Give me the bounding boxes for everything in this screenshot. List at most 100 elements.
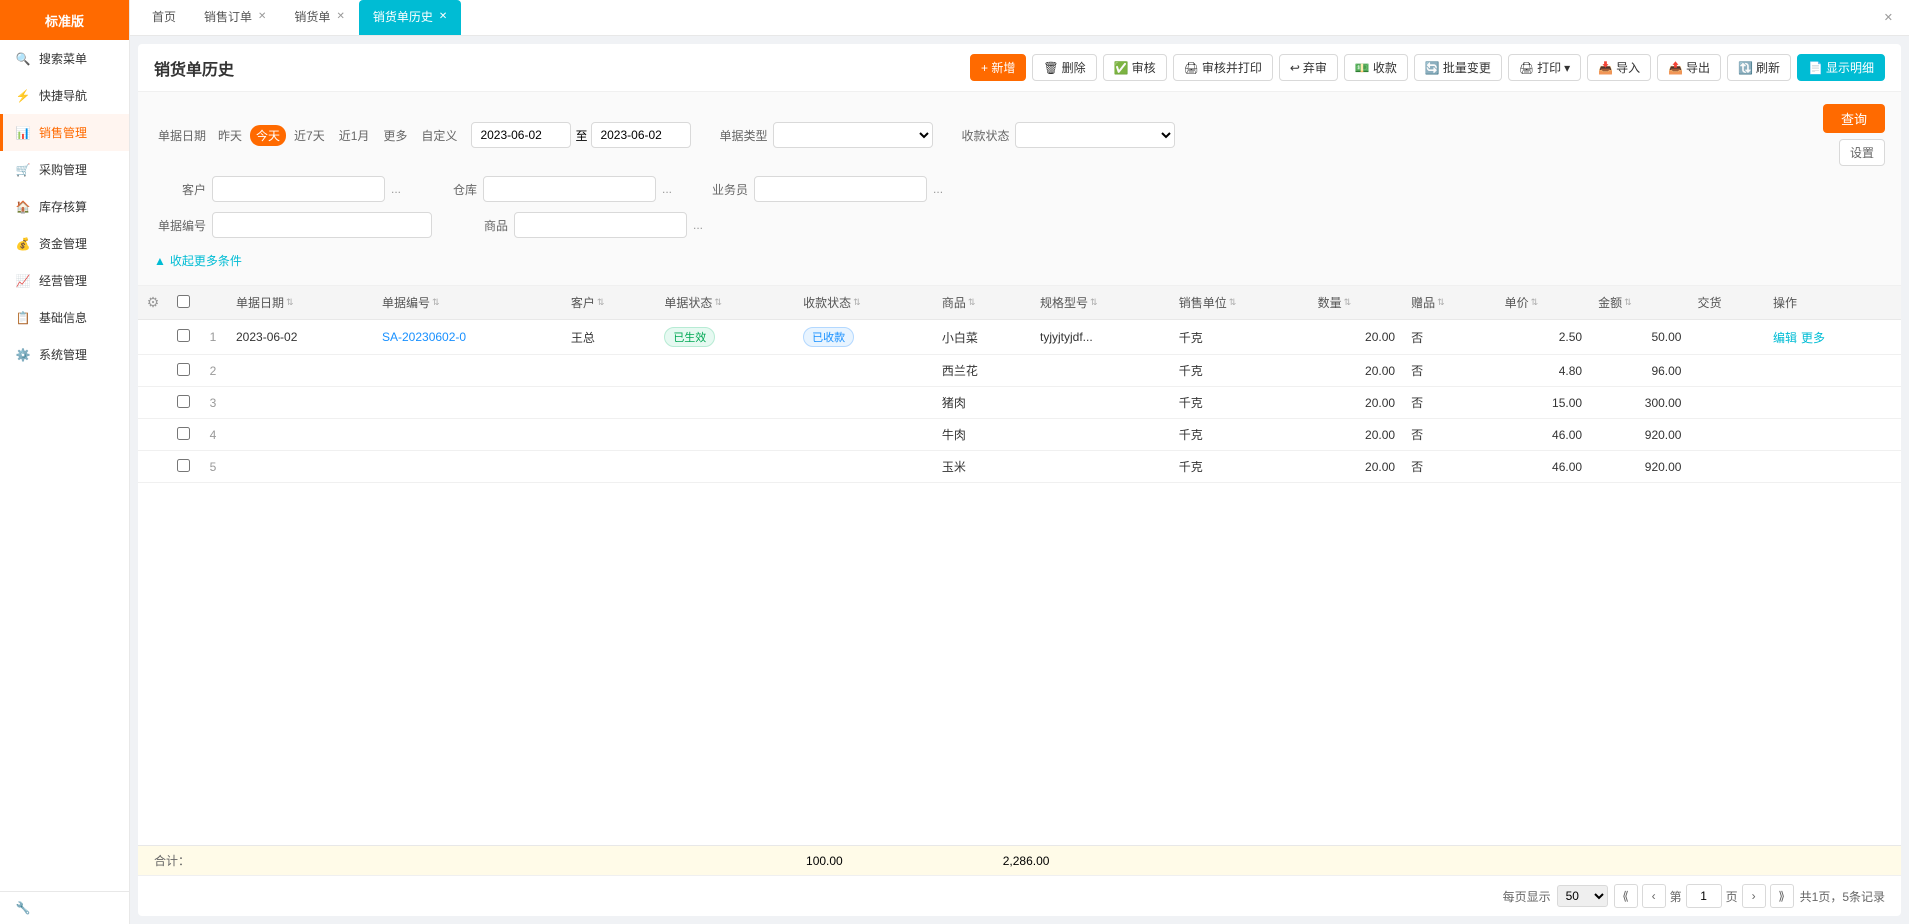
table-header-row: ⚙ 单据日期 ⇅ <box>138 286 1901 320</box>
date-tab-yesterday[interactable]: 昨天 <box>212 125 248 146</box>
td-doc-no <box>374 419 563 451</box>
collect-button[interactable]: 💵 收款 <box>1344 54 1408 81</box>
page-prev-btn[interactable]: ‹ <box>1642 884 1666 908</box>
delete-button[interactable]: 🗑 删除 <box>1032 54 1096 81</box>
warehouse-picker-btn[interactable]: ... <box>662 182 672 196</box>
td-check[interactable] <box>168 451 198 483</box>
date-tab-today[interactable]: 今天 <box>250 125 286 146</box>
tab-sales-goods-close[interactable]: ✕ <box>336 11 344 22</box>
tab-sales-goods[interactable]: 销货单 ✕ <box>280 0 358 35</box>
sidebar-item-sys-mgmt[interactable]: ⚙️ 系统管理 <box>0 336 129 373</box>
td-check[interactable] <box>168 355 198 387</box>
customer-picker-btn[interactable]: ... <box>391 182 401 196</box>
th-price-label: 单价 <box>1505 294 1529 311</box>
sidebar-item-basic-info[interactable]: 📋 基础信息 <box>0 299 129 336</box>
th-amount[interactable]: 金额 ⇅ <box>1590 286 1689 320</box>
action-btn[interactable]: 更多 <box>1801 331 1825 345</box>
page-size-select[interactable]: 20 50 100 <box>1557 885 1608 907</box>
th-qty[interactable]: 数量 ⇅ <box>1310 286 1404 320</box>
print-button[interactable]: 🖨 打印 ▾ <box>1508 54 1581 81</box>
page-first-btn[interactable]: ⟪ <box>1614 884 1638 908</box>
goods-picker-btn[interactable]: ... <box>693 218 703 232</box>
td-goods: 小白菜 <box>934 320 1032 355</box>
salesperson-input[interactable] <box>754 176 927 202</box>
td-check[interactable] <box>168 387 198 419</box>
page-last-btn[interactable]: ⟫ <box>1770 884 1794 908</box>
batch-change-icon: 🔄 <box>1425 61 1440 75</box>
gear-icon[interactable]: ⚙ <box>147 294 160 310</box>
row-checkbox[interactable] <box>177 427 190 440</box>
tab-close-all[interactable]: ✕ <box>1876 7 1901 28</box>
customer-input[interactable] <box>212 176 385 202</box>
goods-input[interactable] <box>514 212 687 238</box>
th-price[interactable]: 单价 ⇅ <box>1497 286 1591 320</box>
sidebar-item-finance-mgmt[interactable]: 💰 资金管理 <box>0 225 129 262</box>
audit-button[interactable]: ✅ 审核 <box>1103 54 1167 81</box>
doc-no-input[interactable] <box>212 212 432 238</box>
sidebar-item-quick-nav[interactable]: ⚡ 快捷导航 <box>0 77 129 114</box>
th-spec[interactable]: 规格型号 ⇅ <box>1032 286 1171 320</box>
sidebar-item-sales-mgmt[interactable]: 📊 销售管理 <box>0 114 129 151</box>
th-collect-status[interactable]: 收款状态 ⇅ <box>795 286 934 320</box>
th-doc-status[interactable]: 单据状态 ⇅ <box>656 286 795 320</box>
action-btn[interactable]: 编辑 <box>1773 331 1797 345</box>
query-button[interactable]: 查询 <box>1823 104 1885 133</box>
tab-sales-order[interactable]: 销售订单 ✕ <box>190 0 280 35</box>
td-doc-date <box>228 355 374 387</box>
row-checkbox[interactable] <box>177 459 190 472</box>
th-check[interactable] <box>168 286 198 320</box>
collect-status-select[interactable] <box>1015 122 1175 148</box>
tab-sales-history-close[interactable]: ✕ <box>439 11 447 22</box>
page-next-btn[interactable]: › <box>1742 884 1766 908</box>
th-doc-date[interactable]: 单据日期 ⇅ <box>228 286 374 320</box>
date-tab-1month[interactable]: 近1月 <box>333 125 376 146</box>
th-unit[interactable]: 销售单位 ⇅ <box>1171 286 1310 320</box>
date-tab-7days[interactable]: 近7天 <box>288 125 331 146</box>
td-trade <box>1689 387 1764 419</box>
td-check[interactable] <box>168 320 198 355</box>
sidebar-settings-btn[interactable]: 🔧 <box>0 892 129 924</box>
th-customer[interactable]: 客户 ⇅ <box>563 286 657 320</box>
td-doc-status <box>656 355 795 387</box>
date-from-input[interactable] <box>471 122 571 148</box>
refresh-button[interactable]: 🔃 刷新 <box>1727 54 1791 81</box>
row-checkbox[interactable] <box>177 329 190 342</box>
collapse-filter-btn[interactable]: ▲ 收起更多条件 <box>154 248 1885 273</box>
batch-change-button[interactable]: 🔄 批量变更 <box>1414 54 1502 81</box>
show-detail-button[interactable]: 📄 显示明细 <box>1797 54 1885 81</box>
export-button[interactable]: 📤 导出 <box>1657 54 1721 81</box>
doc-type-select[interactable] <box>773 122 933 148</box>
th-goods[interactable]: 商品 ⇅ <box>934 286 1032 320</box>
tab-home[interactable]: 首页 <box>138 0 190 35</box>
select-all-checkbox[interactable] <box>177 295 190 308</box>
th-gift[interactable]: 赠品 ⇅ <box>1403 286 1497 320</box>
sidebar-item-inventory-calc[interactable]: 🏠 库存核算 <box>0 188 129 225</box>
salesperson-picker-btn[interactable]: ... <box>933 182 943 196</box>
import-button[interactable]: 📥 导入 <box>1587 54 1651 81</box>
sidebar-item-ops-mgmt[interactable]: 📈 经营管理 <box>0 262 129 299</box>
new-button[interactable]: + 新增 <box>970 54 1026 81</box>
filter-date: 单据日期 昨天 今天 近7天 近1月 更多 自定义 至 <box>154 122 691 148</box>
td-collect-status <box>795 355 934 387</box>
th-doc-no[interactable]: 单据编号 ⇅ <box>374 286 563 320</box>
filter-settings-button[interactable]: 设置 <box>1839 139 1885 166</box>
sidebar-item-search-menu[interactable]: 🔍 搜索菜单 <box>0 40 129 77</box>
td-customer <box>563 419 657 451</box>
tab-sales-history[interactable]: 销货单历史 ✕ <box>359 0 461 35</box>
tab-sales-order-close[interactable]: ✕ <box>258 11 266 22</box>
row-checkbox[interactable] <box>177 395 190 408</box>
td-check[interactable] <box>168 419 198 451</box>
abandon-button[interactable]: ↩ 弃审 <box>1279 54 1338 81</box>
doc-no-link[interactable]: SA-20230602-0 <box>382 330 466 344</box>
td-doc-date <box>228 387 374 419</box>
audit-print-button[interactable]: 🖨 审核并打印 <box>1173 54 1273 81</box>
warehouse-input[interactable] <box>483 176 656 202</box>
th-gear[interactable]: ⚙ <box>138 286 168 320</box>
sidebar-item-purchase-mgmt[interactable]: 🛒 采购管理 <box>0 151 129 188</box>
date-tab-custom[interactable]: 自定义 <box>415 125 463 146</box>
date-tab-more[interactable]: 更多 <box>377 125 413 146</box>
td-collect-status <box>795 387 934 419</box>
date-to-input[interactable] <box>591 122 691 148</box>
row-checkbox[interactable] <box>177 363 190 376</box>
page-input[interactable] <box>1686 884 1722 908</box>
